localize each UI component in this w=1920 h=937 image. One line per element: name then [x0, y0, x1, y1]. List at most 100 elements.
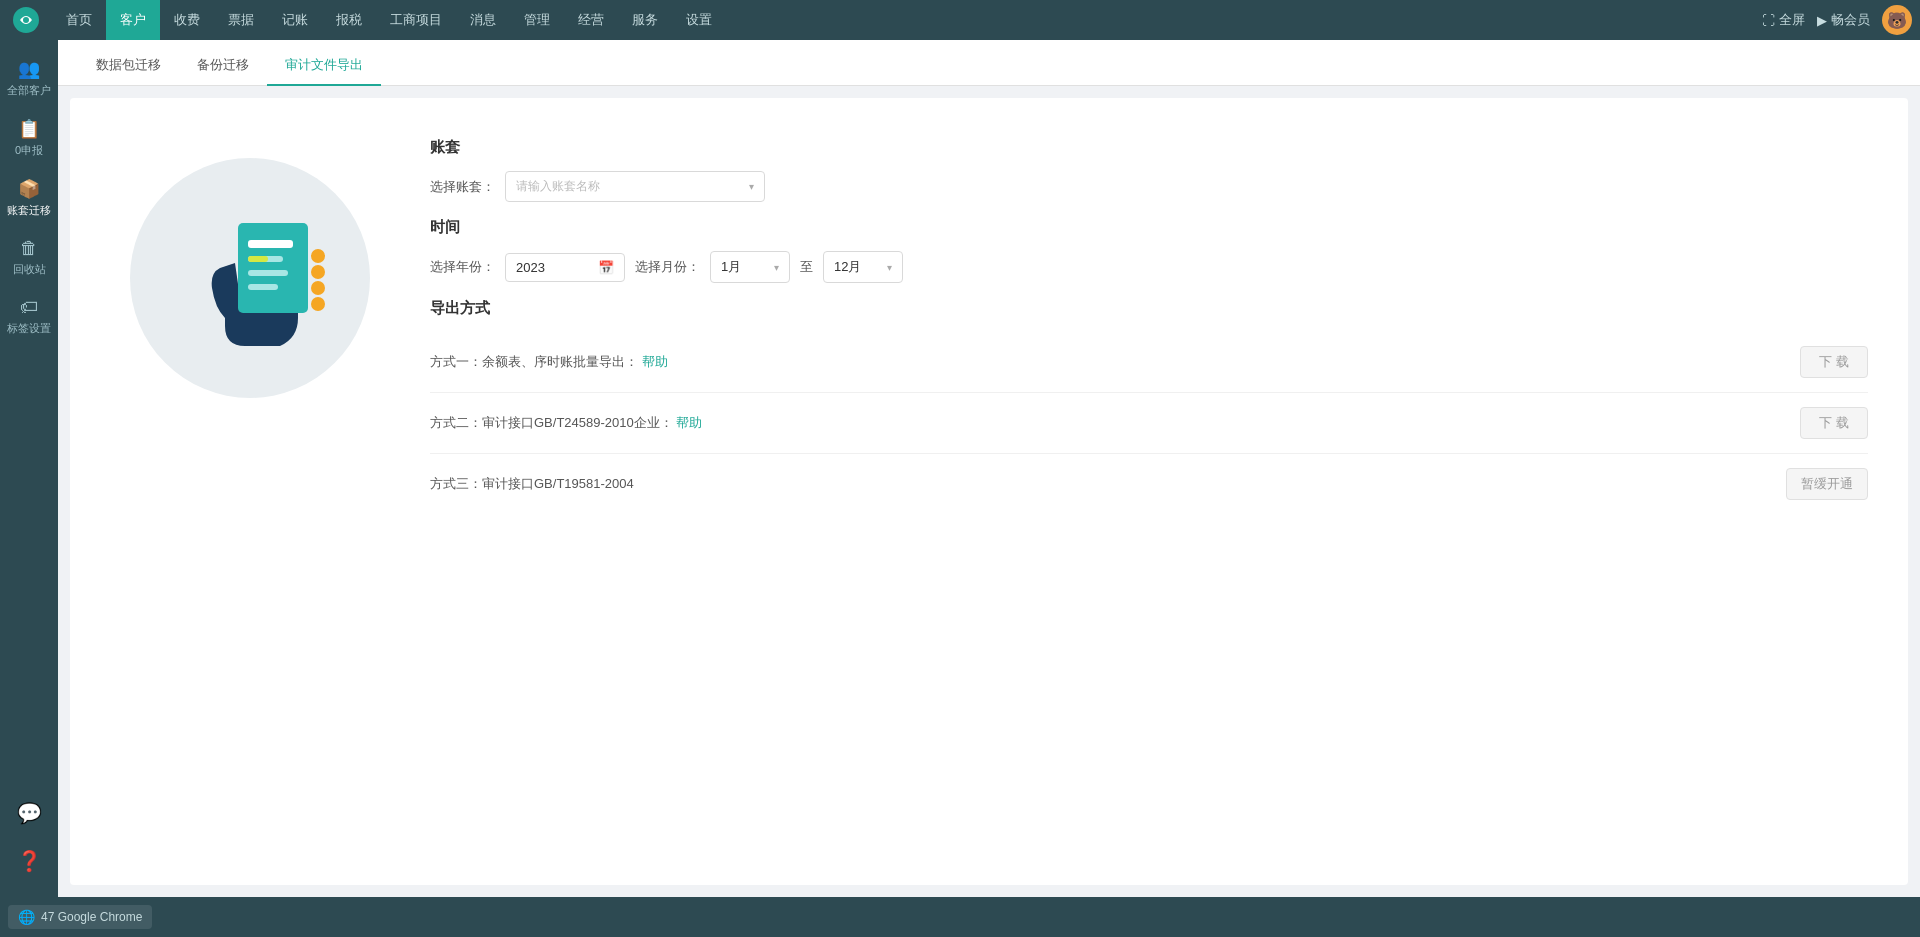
year-input[interactable]: 2023 📅 — [505, 253, 625, 282]
start-month-select[interactable]: 1月 ▾ — [710, 251, 790, 283]
calendar-icon: 📅 — [598, 260, 614, 275]
nav-operate[interactable]: 经营 — [564, 0, 618, 40]
tab-backup-migration[interactable]: 备份迁移 — [179, 46, 267, 86]
taskbar-item-label: 47 Google Chrome — [41, 910, 142, 924]
account-form-row: 选择账套： 请输入账套名称 ▾ — [430, 171, 1868, 202]
illustration-area — [110, 128, 390, 398]
export-section-title: 导出方式 — [430, 299, 1868, 318]
nav-manage[interactable]: 管理 — [510, 0, 564, 40]
taskbar: 🌐 47 Google Chrome — [0, 897, 1920, 937]
member-label: 畅会员 — [1831, 11, 1870, 29]
time-section-title: 时间 — [430, 218, 1868, 237]
top-navigation: 首页 客户 收费 票据 记账 报税 工商项目 消息 管理 经营 服务 设置 ⛶ … — [0, 0, 1920, 40]
sidebar-item-recycle[interactable]: 🗑 回收站 — [0, 228, 58, 287]
account-section-title: 账套 — [430, 138, 1868, 157]
svg-rect-5 — [248, 270, 288, 276]
chrome-icon: 🌐 — [18, 909, 35, 925]
fullscreen-label: 全屏 — [1779, 11, 1805, 29]
sidebar-label-recycle: 回收站 — [13, 262, 46, 277]
nav-settings[interactable]: 设置 — [672, 0, 726, 40]
sidebar-bottom-icon-1[interactable]: 💬 — [13, 793, 46, 833]
year-label: 选择年份： — [430, 258, 495, 276]
audit-illustration — [170, 188, 330, 368]
migration-icon: 📦 — [18, 178, 40, 200]
account-select-input[interactable]: 请输入账套名称 ▾ — [505, 171, 765, 202]
sidebar-item-zero-declaration[interactable]: 📋 0申报 — [0, 108, 58, 168]
svg-point-8 — [311, 265, 325, 279]
method1-label: 方式一：余额表、序时账批量导出： — [430, 354, 638, 369]
declaration-icon: 📋 — [18, 118, 40, 140]
account-chevron-icon: ▾ — [749, 181, 754, 192]
main-layout: 👥 全部客户 📋 0申报 📦 账套迁移 🗑 回收站 🏷 标签设置 💬 ❓ 数据包… — [0, 40, 1920, 897]
method2-download-button[interactable]: 下 载 — [1800, 407, 1868, 439]
start-month-chevron-icon: ▾ — [774, 262, 779, 273]
page-content: 账套 选择账套： 请输入账套名称 ▾ 时间 选择年份： 2023 📅 — [70, 98, 1908, 885]
content-area: 数据包迁移 备份迁移 审计文件导出 — [58, 40, 1920, 897]
fullscreen-icon: ⛶ — [1762, 13, 1775, 28]
end-month-chevron-icon: ▾ — [887, 262, 892, 273]
sidebar-label-declaration: 0申报 — [15, 143, 43, 158]
method1-download-button[interactable]: 下 载 — [1800, 346, 1868, 378]
svg-rect-11 — [248, 256, 268, 262]
nav-bookkeeping[interactable]: 记账 — [268, 0, 322, 40]
tab-data-migration[interactable]: 数据包迁移 — [78, 46, 179, 86]
year-value: 2023 — [516, 260, 545, 275]
export-method-3: 方式三：审计接口GB/T19581-2004 暂缓开通 — [430, 454, 1868, 514]
sidebar-label-tags: 标签设置 — [7, 321, 51, 336]
recycle-icon: 🗑 — [20, 238, 38, 259]
sidebar-item-account-migration[interactable]: 📦 账套迁移 — [0, 168, 58, 228]
sidebar-label-customers: 全部客户 — [7, 83, 51, 98]
svg-rect-2 — [238, 223, 308, 313]
nav-business[interactable]: 工商项目 — [376, 0, 456, 40]
svg-point-10 — [311, 297, 325, 311]
svg-point-9 — [311, 281, 325, 295]
svg-rect-3 — [248, 240, 293, 248]
customers-icon: 👥 — [18, 58, 40, 80]
nav-customer[interactable]: 客户 — [106, 0, 160, 40]
app-logo[interactable] — [8, 2, 44, 38]
sidebar-item-all-customers[interactable]: 👥 全部客户 — [0, 48, 58, 108]
user-avatar[interactable]: 🐻 — [1882, 5, 1912, 35]
nav-items: 首页 客户 收费 票据 记账 报税 工商项目 消息 管理 经营 服务 设置 — [52, 0, 1762, 40]
nav-message[interactable]: 消息 — [456, 0, 510, 40]
svg-rect-6 — [248, 284, 278, 290]
nav-billing[interactable]: 收费 — [160, 0, 214, 40]
nav-service[interactable]: 服务 — [618, 0, 672, 40]
form-area: 账套 选择账套： 请输入账套名称 ▾ 时间 选择年份： 2023 📅 — [430, 128, 1868, 514]
end-month-value: 12月 — [834, 258, 861, 276]
fullscreen-button[interactable]: ⛶ 全屏 — [1762, 11, 1805, 29]
method2-help-link[interactable]: 帮助 — [676, 415, 702, 430]
start-month-value: 1月 — [721, 258, 741, 276]
account-label: 选择账套： — [430, 178, 495, 196]
nav-tax[interactable]: 报税 — [322, 0, 376, 40]
export-section: 方式一：余额表、序时账批量导出： 帮助 下 载 方式二：审计接口GB/T2458… — [430, 332, 1868, 514]
sidebar-bottom: 💬 ❓ — [13, 793, 46, 897]
nav-invoice[interactable]: 票据 — [214, 0, 268, 40]
nav-right: ⛶ 全屏 ▶ 畅会员 🐻 — [1762, 5, 1912, 35]
end-month-select[interactable]: 12月 ▾ — [823, 251, 903, 283]
account-placeholder: 请输入账套名称 — [516, 178, 600, 195]
tag-icon: 🏷 — [20, 297, 38, 318]
method2-label: 方式二：审计接口GB/T24589-2010企业： — [430, 415, 673, 430]
month-label: 选择月份： — [635, 258, 700, 276]
method1-help-link[interactable]: 帮助 — [642, 354, 668, 369]
method1-text: 方式一：余额表、序时账批量导出： 帮助 — [430, 353, 668, 371]
method3-label: 方式三：审计接口GB/T19581-2004 — [430, 476, 634, 491]
sidebar-item-tag-settings[interactable]: 🏷 标签设置 — [0, 287, 58, 346]
sidebar: 👥 全部客户 📋 0申报 📦 账套迁移 🗑 回收站 🏷 标签设置 💬 ❓ — [0, 40, 58, 897]
svg-point-1 — [23, 17, 29, 23]
export-method-1: 方式一：余额表、序时账批量导出： 帮助 下 载 — [430, 332, 1868, 393]
to-label: 至 — [800, 258, 813, 276]
member-button[interactable]: ▶ 畅会员 — [1817, 11, 1870, 29]
method3-open-button[interactable]: 暂缓开通 — [1786, 468, 1868, 500]
play-icon: ▶ — [1817, 13, 1827, 28]
method2-text: 方式二：审计接口GB/T24589-2010企业： 帮助 — [430, 414, 702, 432]
sidebar-label-migration: 账套迁移 — [7, 203, 51, 218]
taskbar-chrome-item[interactable]: 🌐 47 Google Chrome — [8, 905, 152, 929]
nav-home[interactable]: 首页 — [52, 0, 106, 40]
method3-text: 方式三：审计接口GB/T19581-2004 — [430, 475, 634, 493]
sidebar-bottom-icon-2[interactable]: ❓ — [13, 841, 46, 881]
export-method-2: 方式二：审计接口GB/T24589-2010企业： 帮助 下 载 — [430, 393, 1868, 454]
tab-audit-export[interactable]: 审计文件导出 — [267, 46, 381, 86]
illustration-circle — [130, 158, 370, 398]
